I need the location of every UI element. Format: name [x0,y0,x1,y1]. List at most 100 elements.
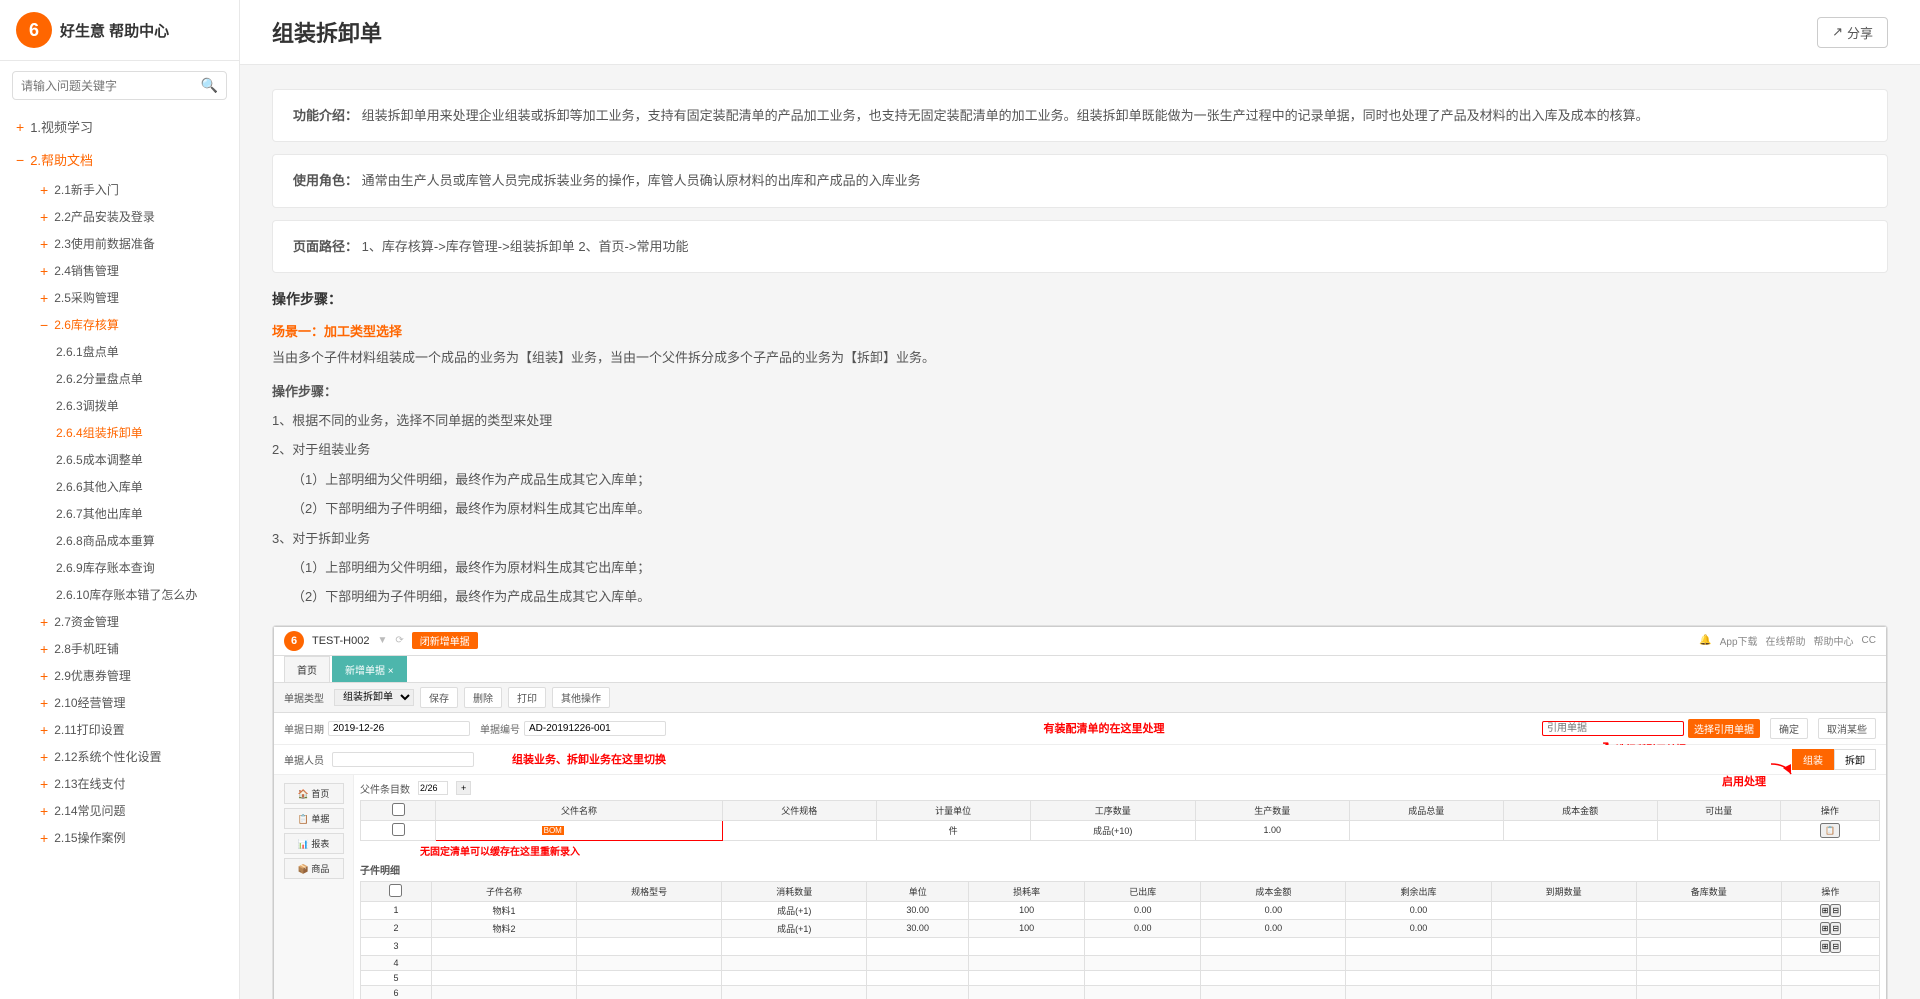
sidebar-item-2-15[interactable]: + 2.15操作案例 [32,824,239,851]
sidebar-item-2-2[interactable]: + 2.2产品安装及登录 [32,203,239,230]
icon-product[interactable]: 📦 商品 [284,858,344,879]
sidebar-item-2-6[interactable]: − 2.6库存核算 [32,311,239,338]
sidebar-item-2-6-10[interactable]: 2.6.10库存账本错了怎么办 [48,581,239,608]
sidebar-item-2-6-8[interactable]: 2.6.8商品成本重算 [48,527,239,554]
expand-icon: + [40,182,48,198]
col-child-name: 子件名称 [431,881,576,901]
expand-icon: + [40,749,48,765]
sidebar-item-2-13[interactable]: + 2.13在线支付 [32,770,239,797]
sidebar-item-2-6-6[interactable]: 2.6.6其他入库单 [48,473,239,500]
check-all[interactable] [392,803,405,816]
sidebar-item-2-8[interactable]: + 2.8手机旺铺 [32,635,239,662]
doc-no-field: 单据编号 [480,721,666,736]
row-edit-btn[interactable]: 📋 [1820,823,1840,838]
col-unit: 计量单位 [876,800,1030,820]
sidebar-item-2-3[interactable]: + 2.3使用前数据准备 [32,230,239,257]
ops-section: 操作步骤： 场景一：加工类型选择 当由多个子件材料组装成一个成品的业务为【组装】… [272,289,1888,609]
sidebar-item-2-11[interactable]: + 2.11打印设置 [32,716,239,743]
page-title: 组装拆卸单 [272,16,382,48]
expand-icon: + [40,695,48,711]
tab-new-doc[interactable]: 新增单据 × [332,656,407,682]
arrow-enable [1766,759,1796,782]
confirm-btn[interactable]: 确定 [1770,718,1808,739]
sidebar-item-docs[interactable]: − 2.帮助文档 [0,143,239,176]
top-count-label: 父件条目数 [360,781,410,796]
add-row-btn[interactable]: + [456,781,471,795]
sidebar-item-2-6-1[interactable]: 2.6.1盘点单 [48,338,239,365]
cancel-btn[interactable]: 取消某些 [1818,718,1876,739]
sidebar-item-2-5[interactable]: + 2.5采购管理 [32,284,239,311]
table-row: 1 物料1 成品(+1) 30.00 100 0.00 0.00 0.00 [361,901,1880,919]
sidebar-item-2-6-7[interactable]: 2.6.7其他出库单 [48,500,239,527]
col-unit2: 单位 [867,881,969,901]
tab-home[interactable]: 首页 [284,656,330,682]
expand-icon: + [40,641,48,657]
delete-btn[interactable]: 删除 [464,687,502,708]
table-row: 3 ⊞⊟ [361,937,1880,955]
row-copy-btn[interactable]: ⊞ [1820,904,1831,917]
top-count-input[interactable] [418,781,448,795]
annotation-switch: 组装业务、拆卸业务在这里切换 [512,751,666,767]
row-del-btn3[interactable]: ⊟ [1830,940,1841,953]
date-input[interactable] [328,721,470,736]
ref-doc-btn[interactable]: 选择引用单据 [1688,719,1760,738]
sidebar-nav: + 1.视频学习 − 2.帮助文档 + 2.1新手入门 + 2.2产品安装及登录… [0,110,239,999]
row-copy-btn2[interactable]: ⊞ [1820,922,1831,935]
role-block: 使用角色： 通常由生产人员或库管人员完成拆装业务的操作，库管人员确认原材料的出库… [272,154,1888,207]
main-header: 组装拆卸单 ↗ 分享 [240,0,1920,65]
sidebar-item-2-7[interactable]: + 2.7资金管理 [32,608,239,635]
col-prod-qty: 生产数量 [1195,800,1349,820]
sidebar-item-2-9[interactable]: + 2.9优惠券管理 [32,662,239,689]
app-logo: 6 [16,12,52,48]
sidebar-item-2-10[interactable]: + 2.10经营管理 [32,689,239,716]
online-help: 在线帮助 [1766,633,1806,648]
search-input[interactable] [21,79,201,93]
col-ops2: 操作 [1781,881,1879,901]
check-all2[interactable] [389,884,402,897]
row-copy-btn3[interactable]: ⊞ [1820,940,1831,953]
icon-report[interactable]: 📊 报表 [284,833,344,854]
screenshot-container: 6 TEST-H002 ▼ ⟳ 闭新增单据 🔔 App下载 在线帮助 帮助中心 … [272,625,1888,999]
save-btn[interactable]: 保存 [420,687,458,708]
tab-disassemble[interactable]: 拆卸 [1834,749,1876,770]
sidebar-item-2-6-2[interactable]: 2.6.2分量盘点单 [48,365,239,392]
sidebar-item-video[interactable]: + 1.视频学习 [0,110,239,143]
sidebar-header: 6 好生意 帮助中心 [0,0,239,61]
search-bar[interactable]: 🔍 [12,71,227,100]
other-ops-btn[interactable]: 其他操作 [552,687,610,708]
row-del-btn[interactable]: ⊟ [1830,904,1841,917]
sidebar-item-2-6-4[interactable]: 2.6.4组装拆卸单 [48,419,239,446]
refresh-icon: ⟳ [395,635,403,646]
expand-icon: + [40,209,48,225]
icon-doc[interactable]: 📋 单据 [284,808,344,829]
sidebar-item-2-6-5[interactable]: 2.6.5成本调整单 [48,446,239,473]
annotation-has-bom: 有装配清单的在这里处理 [676,720,1532,736]
content-body: 功能介绍： 组装拆卸单用来处理企业组装或拆卸等加工业务，支持有固定装配清单的产品… [240,65,1920,999]
sidebar-item-2-6-3[interactable]: 2.6.3调拨单 [48,392,239,419]
ref-doc-input[interactable] [1542,721,1684,736]
sidebar-item-2-14[interactable]: + 2.14常见问题 [32,797,239,824]
row-check[interactable] [392,823,405,836]
tab-assemble[interactable]: 组装 [1792,749,1834,770]
sidebar-item-2-6-9[interactable]: 2.6.9库存账本查询 [48,554,239,581]
intro-block: 功能介绍： 组装拆卸单用来处理企业组装或拆卸等加工业务，支持有固定装配清单的产品… [272,89,1888,142]
expand-icon: + [40,803,48,819]
sidebar-item-2-4[interactable]: + 2.4销售管理 [32,257,239,284]
doc-no-input[interactable] [524,721,666,736]
parent-name-input[interactable] [566,825,616,835]
row-del-btn2[interactable]: ⊟ [1830,922,1841,935]
col-check2 [361,881,432,901]
print-btn[interactable]: 打印 [508,687,546,708]
app-download: App下载 [1720,633,1758,648]
share-button[interactable]: ↗ 分享 [1817,17,1888,48]
doc-type-select[interactable]: 组装拆卸单 [334,689,414,706]
icon-home[interactable]: 🏠 首页 [284,783,344,804]
sidebar-item-2-12[interactable]: + 2.12系统个性化设置 [32,743,239,770]
new-doc-topbtn[interactable]: 闭新增单据 [412,632,478,649]
doc-type-select-label: 单据类型 [284,690,324,705]
app-name: 好生意 帮助中心 [60,20,169,41]
step3: 3、对于拆卸业务 [272,527,1888,550]
sidebar-item-2-1[interactable]: + 2.1新手入门 [32,176,239,203]
sub-num-input[interactable] [332,752,474,767]
col-out-qty: 已出库 [1085,881,1201,901]
